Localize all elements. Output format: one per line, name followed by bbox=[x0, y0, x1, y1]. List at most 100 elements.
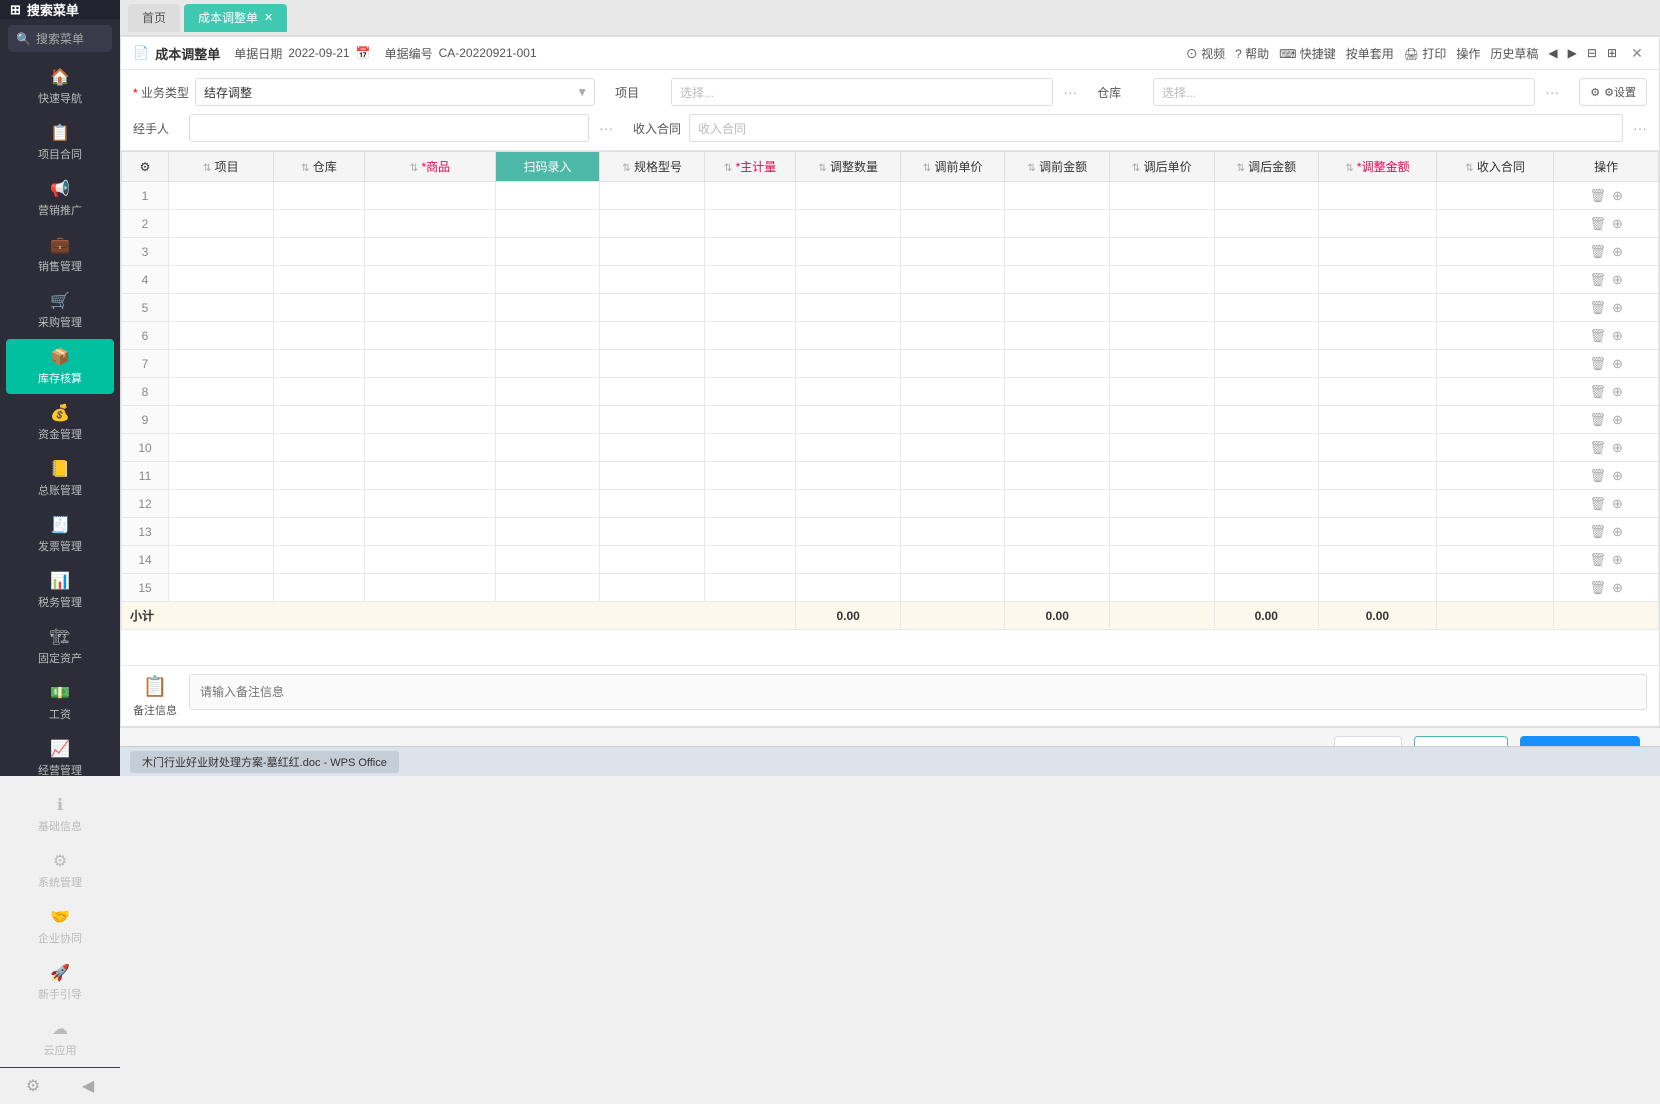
copy-row-icon[interactable]: ⊕ bbox=[1612, 496, 1623, 512]
row-after-price[interactable] bbox=[1109, 518, 1214, 546]
row-prev-price[interactable] bbox=[900, 462, 1005, 490]
copy-row-icon[interactable]: ⊕ bbox=[1612, 300, 1623, 316]
copy-row-icon[interactable]: ⊕ bbox=[1612, 272, 1623, 288]
row-project[interactable] bbox=[169, 574, 274, 602]
row-unit[interactable] bbox=[704, 238, 795, 266]
row-scan[interactable] bbox=[495, 322, 600, 350]
row-after-amt[interactable] bbox=[1214, 350, 1319, 378]
row-warehouse[interactable] bbox=[273, 266, 364, 294]
row-prev-amt[interactable] bbox=[1005, 322, 1110, 350]
settings-button[interactable]: ⚙ ⚙设置 bbox=[1579, 78, 1647, 106]
row-qty[interactable] bbox=[796, 406, 901, 434]
row-spec[interactable] bbox=[600, 518, 705, 546]
row-after-amt[interactable] bbox=[1214, 462, 1319, 490]
row-prev-amt[interactable] bbox=[1005, 378, 1110, 406]
row-product[interactable] bbox=[365, 182, 496, 210]
row-warehouse[interactable] bbox=[273, 322, 364, 350]
row-prev-price[interactable] bbox=[900, 266, 1005, 294]
row-adjust-amt[interactable] bbox=[1319, 266, 1437, 294]
row-spec[interactable] bbox=[600, 322, 705, 350]
row-income-contract[interactable] bbox=[1436, 238, 1554, 266]
row-product[interactable] bbox=[365, 462, 496, 490]
col-product-header[interactable]: ⇅ *商品 bbox=[365, 152, 496, 182]
row-spec[interactable] bbox=[600, 546, 705, 574]
row-unit[interactable] bbox=[704, 378, 795, 406]
delete-row-icon[interactable]: 🗑 bbox=[1589, 384, 1606, 400]
row-project[interactable] bbox=[169, 350, 274, 378]
row-warehouse[interactable] bbox=[273, 434, 364, 462]
row-warehouse[interactable] bbox=[273, 294, 364, 322]
row-adjust-amt[interactable] bbox=[1319, 406, 1437, 434]
row-scan[interactable] bbox=[495, 182, 600, 210]
handler-dots[interactable]: ··· bbox=[599, 120, 613, 136]
row-product[interactable] bbox=[365, 546, 496, 574]
row-qty[interactable] bbox=[796, 182, 901, 210]
row-prev-amt[interactable] bbox=[1005, 490, 1110, 518]
sidebar-search[interactable]: 🔍 搜索菜单 bbox=[8, 25, 112, 52]
row-after-amt[interactable] bbox=[1214, 182, 1319, 210]
row-adjust-amt[interactable] bbox=[1319, 574, 1437, 602]
row-unit[interactable] bbox=[704, 434, 795, 462]
sidebar-item-sales-mgmt[interactable]: 💼 销售管理 bbox=[6, 227, 114, 282]
row-income-contract[interactable] bbox=[1436, 518, 1554, 546]
row-spec[interactable] bbox=[600, 238, 705, 266]
row-prev-price[interactable] bbox=[900, 210, 1005, 238]
notes-input[interactable] bbox=[189, 674, 1647, 710]
row-after-amt[interactable] bbox=[1214, 546, 1319, 574]
row-unit[interactable] bbox=[704, 182, 795, 210]
row-product[interactable] bbox=[365, 294, 496, 322]
copy-row-icon[interactable]: ⊕ bbox=[1612, 216, 1623, 232]
col-warehouse-header[interactable]: ⇅ 仓库 bbox=[273, 152, 364, 182]
row-warehouse[interactable] bbox=[273, 378, 364, 406]
warehouse-input[interactable]: 选择... bbox=[1153, 78, 1535, 106]
delete-row-icon[interactable]: 🗑 bbox=[1589, 356, 1606, 372]
action-history[interactable]: 历史草稿 bbox=[1490, 45, 1538, 62]
row-adjust-amt[interactable] bbox=[1319, 378, 1437, 406]
row-qty[interactable] bbox=[796, 266, 901, 294]
taskbar-item[interactable]: 木门行业好业财处理方案-墓红红.doc - WPS Office bbox=[130, 751, 399, 773]
row-spec[interactable] bbox=[600, 266, 705, 294]
col-project-header[interactable]: ⇅ 项目 bbox=[169, 152, 274, 182]
collapse-icon[interactable]: ◀ bbox=[82, 1076, 94, 1096]
sidebar-item-new-guide[interactable]: 🚀 新手引导 bbox=[6, 955, 114, 1010]
row-adjust-amt[interactable] bbox=[1319, 294, 1437, 322]
row-adjust-amt[interactable] bbox=[1319, 518, 1437, 546]
copy-row-icon[interactable]: ⊕ bbox=[1612, 188, 1623, 204]
delete-row-icon[interactable]: 🗑 bbox=[1589, 496, 1606, 512]
row-after-amt[interactable] bbox=[1214, 210, 1319, 238]
copy-row-icon[interactable]: ⊕ bbox=[1612, 384, 1623, 400]
row-unit[interactable] bbox=[704, 406, 795, 434]
row-prev-price[interactable] bbox=[900, 350, 1005, 378]
row-after-price[interactable] bbox=[1109, 462, 1214, 490]
row-after-price[interactable] bbox=[1109, 406, 1214, 434]
row-prev-price[interactable] bbox=[900, 518, 1005, 546]
nav-next[interactable]: ▶ bbox=[1568, 46, 1577, 60]
row-project[interactable] bbox=[169, 238, 274, 266]
row-spec[interactable] bbox=[600, 350, 705, 378]
col-after-price-header[interactable]: ⇅ 调后单价 bbox=[1109, 152, 1214, 182]
row-qty[interactable] bbox=[796, 462, 901, 490]
row-unit[interactable] bbox=[704, 462, 795, 490]
row-prev-price[interactable] bbox=[900, 490, 1005, 518]
row-prev-amt[interactable] bbox=[1005, 182, 1110, 210]
sidebar-item-ops-mgmt[interactable]: 📈 经营管理 bbox=[6, 731, 114, 786]
row-prev-amt[interactable] bbox=[1005, 266, 1110, 294]
row-prev-amt[interactable] bbox=[1005, 294, 1110, 322]
row-product[interactable] bbox=[365, 238, 496, 266]
row-scan[interactable] bbox=[495, 378, 600, 406]
row-scan[interactable] bbox=[495, 546, 600, 574]
row-income-contract[interactable] bbox=[1436, 406, 1554, 434]
row-product[interactable] bbox=[365, 210, 496, 238]
copy-row-icon[interactable]: ⊕ bbox=[1612, 356, 1623, 372]
row-qty[interactable] bbox=[796, 546, 901, 574]
project-input[interactable]: 选择... bbox=[671, 78, 1053, 106]
row-spec[interactable] bbox=[600, 378, 705, 406]
calendar-icon[interactable]: 📅 bbox=[356, 46, 371, 60]
row-scan[interactable] bbox=[495, 434, 600, 462]
row-unit[interactable] bbox=[704, 518, 795, 546]
row-adjust-amt[interactable] bbox=[1319, 210, 1437, 238]
row-qty[interactable] bbox=[796, 378, 901, 406]
col-settings-header[interactable]: ⚙ bbox=[122, 152, 169, 182]
row-scan[interactable] bbox=[495, 238, 600, 266]
row-income-contract[interactable] bbox=[1436, 266, 1554, 294]
